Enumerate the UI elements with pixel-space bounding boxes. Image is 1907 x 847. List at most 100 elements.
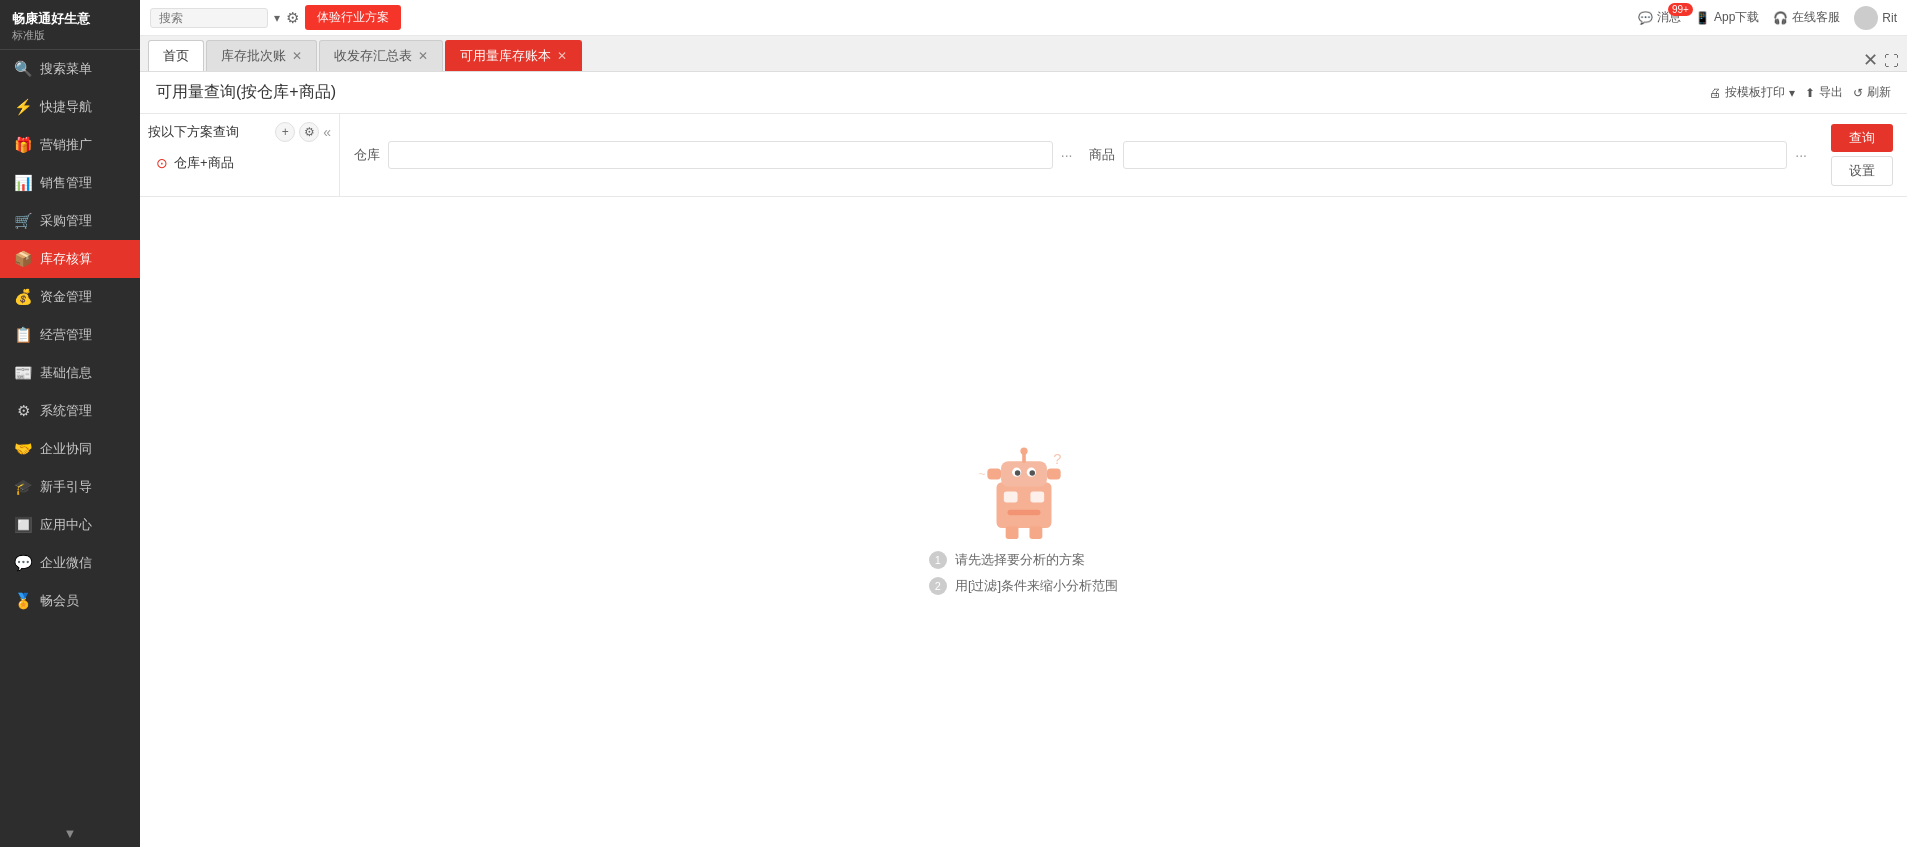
wechat-icon: 💬 <box>14 554 32 572</box>
add-scheme-btn[interactable]: + <box>275 122 295 142</box>
tab-close-icon[interactable]: ✕ <box>557 49 567 63</box>
search-input[interactable] <box>159 11 259 25</box>
online-service-button[interactable]: 🎧 在线客服 <box>1773 9 1840 26</box>
sidebar-item-label: 应用中心 <box>40 516 92 534</box>
settings-icon[interactable]: ⚙ <box>286 9 299 27</box>
warehouse-label: 仓库 <box>354 146 380 164</box>
scheme-item-icon: ⊙ <box>156 155 168 171</box>
svg-rect-1 <box>1003 491 1017 502</box>
sidebar-item-member[interactable]: 🏅 畅会员 <box>0 582 140 620</box>
filter-schemes-title: 按以下方案查询 <box>148 123 239 141</box>
sidebar-scroll-down[interactable]: ▼ <box>0 820 140 847</box>
print-action[interactable]: 🖨 按模板打印 ▾ <box>1709 84 1795 101</box>
query-button[interactable]: 查询 <box>1831 124 1893 152</box>
tab-summary[interactable]: 收发存汇总表 ✕ <box>319 40 443 71</box>
svg-rect-13 <box>1005 526 1018 539</box>
user-avatar[interactable]: Rit <box>1854 6 1897 30</box>
print-dropdown-icon[interactable]: ▾ <box>1789 86 1795 100</box>
svg-rect-5 <box>987 469 1001 480</box>
sidebar-item-label: 采购管理 <box>40 212 92 230</box>
money-icon: 💰 <box>14 288 32 306</box>
sidebar-item-marketing[interactable]: 🎁 营销推广 <box>0 126 140 164</box>
guide-icon: 🎓 <box>14 478 32 496</box>
svg-text:?: ? <box>1053 451 1061 467</box>
window-close-icon[interactable]: ✕ <box>1863 49 1878 71</box>
main-area: ▾ ⚙ 体验行业方案 💬 消息 99+ 📱 App下载 🎧 在线客服 Rit <box>140 0 1907 847</box>
sidebar-item-label: 企业微信 <box>40 554 92 572</box>
sidebar-item-search[interactable]: 🔍 搜索菜单 <box>0 50 140 88</box>
box-icon: 📦 <box>14 250 32 268</box>
warehouse-more-icon[interactable]: ··· <box>1061 147 1073 163</box>
newspaper-icon: 📰 <box>14 364 32 382</box>
tab-close-icon[interactable]: ✕ <box>292 49 302 63</box>
sidebar-nav: 🔍 搜索菜单 ⚡ 快捷导航 🎁 营销推广 📊 销售管理 🛒 采购管理 📦 库存核… <box>0 50 140 820</box>
mobile-icon: 📱 <box>1695 11 1710 25</box>
message-icon: 💬 <box>1638 11 1653 25</box>
sidebar-item-purchase[interactable]: 🛒 采购管理 <box>0 202 140 240</box>
filter-row: 仓库 ··· 商品 ··· 查询 设置 <box>354 124 1893 186</box>
window-expand-icon[interactable]: ⛶ <box>1884 52 1899 69</box>
trial-button[interactable]: 体验行业方案 <box>305 5 401 30</box>
tab-label: 可用量库存账本 <box>460 47 551 65</box>
filter-schemes-header: 按以下方案查询 + ⚙ « <box>148 122 331 142</box>
warehouse-input[interactable] <box>388 141 1053 169</box>
tab-inventory-batch[interactable]: 库存批次账 ✕ <box>206 40 317 71</box>
topbar-right: 💬 消息 99+ 📱 App下载 🎧 在线客服 Rit <box>1638 6 1897 30</box>
tab-label: 库存批次账 <box>221 47 286 65</box>
sidebar-item-inventory[interactable]: 📦 库存核算 <box>0 240 140 278</box>
tab-home[interactable]: 首页 <box>148 40 204 71</box>
empty-illustration: ? ~ <box>969 441 1079 551</box>
sidebar-item-wechat[interactable]: 💬 企业微信 <box>0 544 140 582</box>
sidebar-item-sales[interactable]: 📊 销售管理 <box>0 164 140 202</box>
sidebar-item-label: 资金管理 <box>40 288 92 306</box>
sidebar-item-basics[interactable]: 📰 基础信息 <box>0 354 140 392</box>
export-label: 导出 <box>1819 84 1843 101</box>
sidebar-item-finance[interactable]: 💰 资金管理 <box>0 278 140 316</box>
refresh-action[interactable]: ↺ 刷新 <box>1853 84 1891 101</box>
cart-icon: 🛒 <box>14 212 32 230</box>
app-download-button[interactable]: 📱 App下载 <box>1695 9 1759 26</box>
export-action[interactable]: ⬆ 导出 <box>1805 84 1843 101</box>
goods-label: 商品 <box>1089 146 1115 164</box>
search-dropdown-btn[interactable]: ▾ <box>274 11 280 25</box>
collapse-icon[interactable]: « <box>323 124 331 140</box>
empty-hint-2: 2 用[过滤]条件来缩小分析范围 <box>929 577 1118 595</box>
svg-rect-14 <box>1029 526 1042 539</box>
settings-button[interactable]: 设置 <box>1831 156 1893 186</box>
goods-input[interactable] <box>1123 141 1788 169</box>
goods-more-icon[interactable]: ··· <box>1795 147 1807 163</box>
sidebar-item-quicknav[interactable]: ⚡ 快捷导航 <box>0 88 140 126</box>
page-header: 可用量查询(按仓库+商品) 🖨 按模板打印 ▾ ⬆ 导出 ↺ 刷新 <box>140 72 1907 114</box>
svg-point-12 <box>1020 447 1027 454</box>
headset-icon: 🎧 <box>1773 11 1788 25</box>
search-wrap <box>150 8 268 28</box>
sidebar-item-appstore[interactable]: 🔲 应用中心 <box>0 506 140 544</box>
topbar: ▾ ⚙ 体验行业方案 💬 消息 99+ 📱 App下载 🎧 在线客服 Rit <box>140 0 1907 36</box>
app-version: 标准版 <box>12 28 128 43</box>
app-download-label: App下载 <box>1714 9 1759 26</box>
sidebar-item-enterprise[interactable]: 🤝 企业协同 <box>0 430 140 468</box>
tab-close-icon[interactable]: ✕ <box>418 49 428 63</box>
print-icon: 🖨 <box>1709 86 1721 100</box>
svg-rect-6 <box>1046 469 1060 480</box>
tab-available-qty[interactable]: 可用量库存账本 ✕ <box>445 40 582 71</box>
clipboard-icon: 📋 <box>14 326 32 344</box>
print-label: 按模板打印 <box>1725 84 1785 101</box>
refresh-label: 刷新 <box>1867 84 1891 101</box>
sidebar-item-label: 经营管理 <box>40 326 92 344</box>
scheme-item-warehouse[interactable]: ⊙ 仓库+商品 <box>148 148 331 178</box>
scheme-actions: + ⚙ « <box>275 122 331 142</box>
scheme-item-label: 仓库+商品 <box>174 154 234 172</box>
hint-num-2: 2 <box>929 577 947 595</box>
sidebar-item-newbie[interactable]: 🎓 新手引导 <box>0 468 140 506</box>
sidebar-item-system[interactable]: ⚙ 系统管理 <box>0 392 140 430</box>
edit-scheme-btn[interactable]: ⚙ <box>299 122 319 142</box>
svg-rect-3 <box>1007 510 1040 516</box>
empty-hint-1: 1 请先选择要分析的方案 <box>929 551 1118 569</box>
message-button[interactable]: 💬 消息 99+ <box>1638 9 1681 26</box>
filter-fields-panel: 仓库 ··· 商品 ··· 查询 设置 <box>340 114 1907 196</box>
sidebar-item-label: 畅会员 <box>40 592 79 610</box>
member-icon: 🏅 <box>14 592 32 610</box>
sidebar-item-operations[interactable]: 📋 经营管理 <box>0 316 140 354</box>
page-actions: 🖨 按模板打印 ▾ ⬆ 导出 ↺ 刷新 <box>1709 84 1891 101</box>
